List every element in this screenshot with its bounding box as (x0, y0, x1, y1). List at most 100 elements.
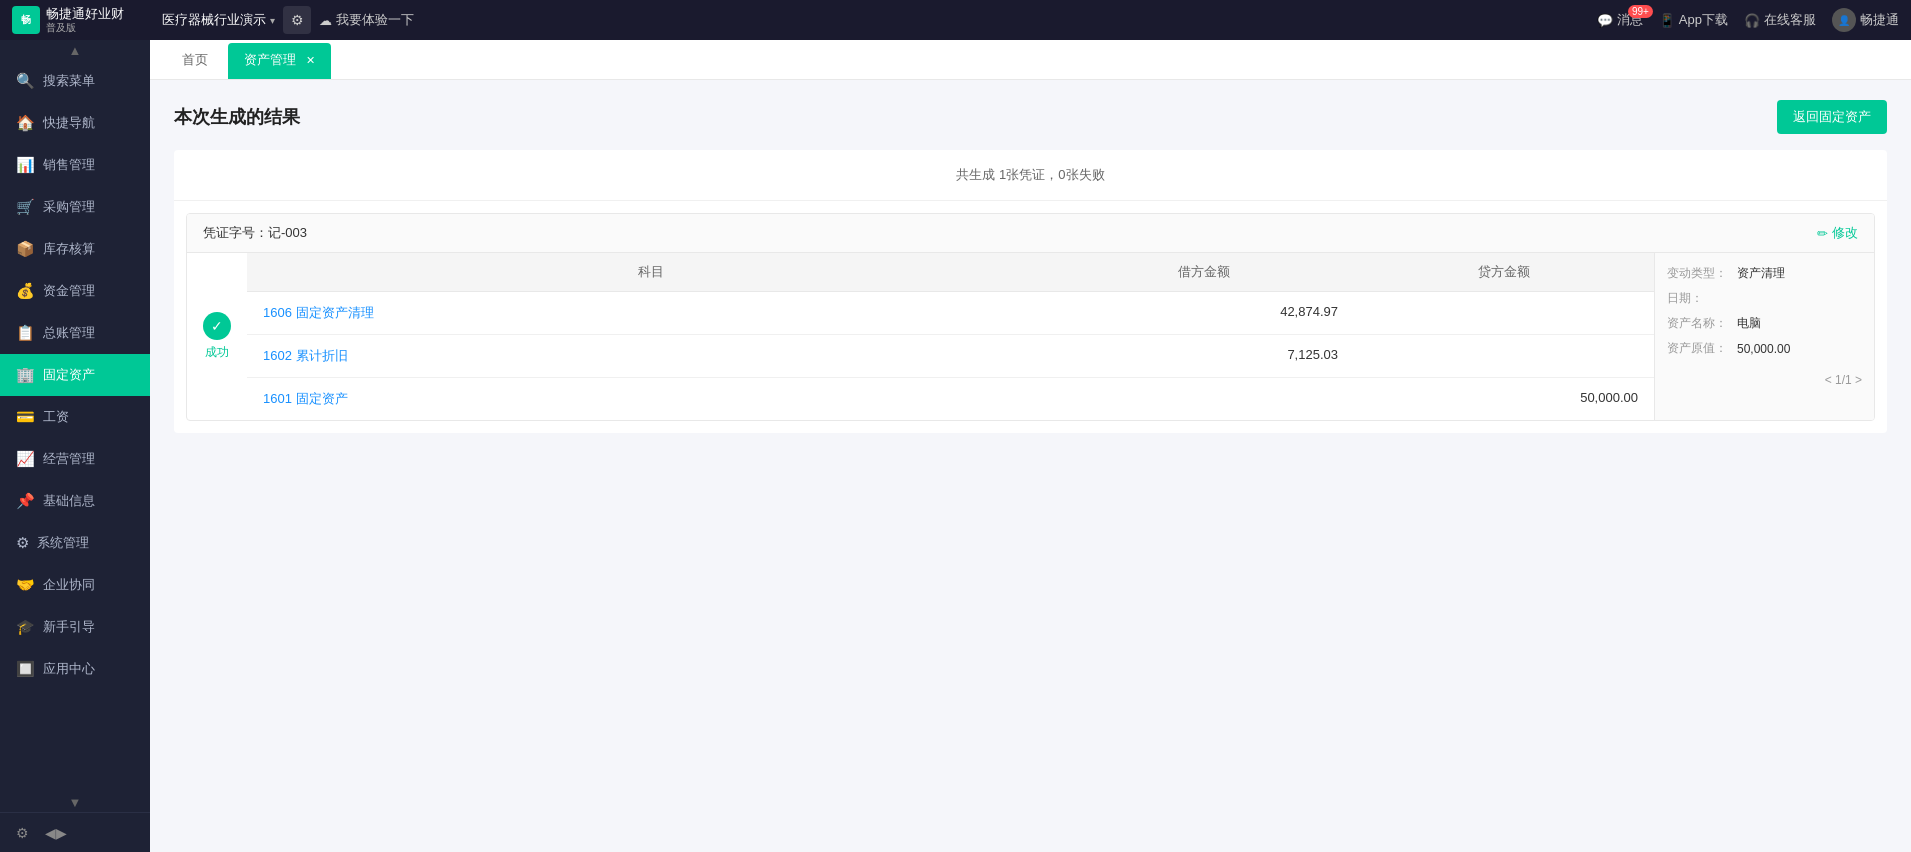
main-layout: ▲ 🔍 搜索菜单 🏠 快捷导航 📊 销售管理 🛒 采购管理 📦 库存核算 (0, 40, 1911, 852)
sidebar-item-inventory[interactable]: 📦 库存核算 (0, 228, 150, 270)
voucher-no: 凭证字号：记-003 (203, 224, 307, 242)
success-col: ✓ 成功 (187, 253, 247, 420)
card-icon: 💳 (16, 408, 35, 426)
tab-bar: 首页 资产管理 ✕ (150, 40, 1911, 80)
sidebar-item-label: 资金管理 (43, 282, 95, 300)
success-label: 成功 (205, 344, 229, 361)
asset-value-value: 50,000.00 (1737, 342, 1790, 356)
sidebar-settings-icon[interactable]: ⚙ (16, 825, 29, 841)
col-debit: 借方金额 (1054, 253, 1354, 291)
sidebar-item-collab[interactable]: 🤝 企业协同 (0, 564, 150, 606)
sidebar-item-label: 新手引导 (43, 618, 95, 636)
tab-asset-mgmt-label: 资产管理 (244, 52, 296, 67)
change-type-value: 资产清理 (1737, 265, 1785, 282)
page-content: 本次生成的结果 返回固定资产 共生成 1张凭证，0张失败 凭证字号：记-003 … (150, 80, 1911, 852)
tab-close-icon[interactable]: ✕ (306, 54, 315, 66)
sidebar-item-label: 库存核算 (43, 240, 95, 258)
sidebar-item-ops[interactable]: 📈 经营管理 (0, 438, 150, 480)
cell-debit-2 (1054, 378, 1354, 420)
voucher-block: 凭证字号：记-003 ✏ 修改 ✓ 成功 (186, 213, 1875, 421)
tab-asset-mgmt[interactable]: 资产管理 ✕ (228, 43, 331, 79)
cell-subject-0: 1606 固定资产清理 (247, 292, 1054, 334)
page-header: 本次生成的结果 返回固定资产 (174, 100, 1887, 134)
table-row: 1606 固定资产清理 42,874.97 (247, 292, 1654, 335)
voucher-header: 凭证字号：记-003 ✏ 修改 (187, 214, 1874, 253)
logo-area: 畅 畅捷通好业财 普及版 (12, 6, 162, 34)
header-center: 医疗器械行业演示 ▾ ⚙ ☁ 我要体验一下 (162, 6, 1597, 34)
logo-icon: 畅 (12, 6, 40, 34)
return-button[interactable]: 返回固定资产 (1777, 100, 1887, 134)
table-row: 1601 固定资产 50,000.00 (247, 378, 1654, 420)
page-title: 本次生成的结果 (174, 105, 300, 129)
company-name: 医疗器械行业演示 (162, 11, 266, 29)
sidebar-item-quick-nav[interactable]: 🏠 快捷导航 (0, 102, 150, 144)
col-credit: 贷方金额 (1354, 253, 1654, 291)
box-icon: 📦 (16, 240, 35, 258)
experience-button[interactable]: ☁ 我要体验一下 (319, 11, 414, 29)
sidebar-item-label: 固定资产 (43, 366, 95, 384)
user-name: 畅捷通 (1860, 11, 1899, 29)
sidebar-scroll-up[interactable]: ▲ (0, 40, 150, 60)
side-pagination[interactable]: < 1/1 > (1667, 365, 1862, 387)
logo-title: 畅捷通好业财 (46, 6, 124, 22)
sidebar-item-search[interactable]: 🔍 搜索菜单 (0, 60, 150, 102)
sidebar-item-fixed-assets[interactable]: 🏢 固定资产 (0, 354, 150, 396)
message-button[interactable]: 💬 消息 99+ (1597, 11, 1643, 29)
guide-icon: 🎓 (16, 618, 35, 636)
user-profile[interactable]: 👤 畅捷通 (1832, 8, 1899, 32)
sidebar-scroll-down[interactable]: ▼ (0, 792, 150, 812)
side-info-change-type: 变动类型： 资产清理 (1667, 265, 1862, 282)
top-header: 畅 畅捷通好业财 普及版 医疗器械行业演示 ▾ ⚙ ☁ 我要体验一下 💬 消息 … (0, 0, 1911, 40)
sidebar-item-apps[interactable]: 🔲 应用中心 (0, 648, 150, 690)
header-right: 💬 消息 99+ 📱 App下载 🎧 在线客服 👤 畅捷通 (1597, 8, 1899, 32)
sidebar-item-guide[interactable]: 🎓 新手引导 (0, 606, 150, 648)
side-info-asset-name: 资产名称： 电脑 (1667, 315, 1862, 332)
message-badge: 99+ (1628, 5, 1653, 18)
settings-icon[interactable]: ⚙ (283, 6, 311, 34)
cell-subject-1: 1602 累计折旧 (247, 335, 1054, 377)
sidebar-item-label: 总账管理 (43, 324, 95, 342)
table-header: 科目 借方金额 贷方金额 (247, 253, 1654, 292)
cell-debit-0: 42,874.97 (1054, 292, 1354, 334)
content-area: 首页 资产管理 ✕ 本次生成的结果 返回固定资产 共生成 1张凭证，0张失败 (150, 40, 1911, 852)
col-subject: 科目 (247, 253, 1054, 291)
sidebar-item-system[interactable]: ⚙ 系统管理 (0, 522, 150, 564)
sidebar-footer: ⚙ ◀▶ (0, 812, 150, 852)
sidebar-item-purchase[interactable]: 🛒 采购管理 (0, 186, 150, 228)
app-download-button[interactable]: 📱 App下载 (1659, 11, 1728, 29)
sidebar-item-label: 搜索菜单 (43, 72, 95, 90)
cell-credit-2: 50,000.00 (1354, 378, 1654, 420)
experience-label: 我要体验一下 (336, 11, 414, 29)
side-info: 变动类型： 资产清理 日期： 资产名称： 电脑 (1654, 253, 1874, 420)
sidebar-item-basics[interactable]: 📌 基础信息 (0, 480, 150, 522)
company-select[interactable]: 医疗器械行业演示 ▾ (162, 11, 275, 29)
pin-icon: 📌 (16, 492, 35, 510)
sidebar-item-label: 基础信息 (43, 492, 95, 510)
chevron-down-icon: ▾ (270, 15, 275, 26)
tab-home[interactable]: 首页 (166, 43, 224, 79)
success-icon: ✓ (203, 312, 231, 340)
sidebar-item-salary[interactable]: 💳 工资 (0, 396, 150, 438)
summary-text: 共生成 1张凭证，0张失败 (956, 167, 1104, 182)
message-icon: 💬 (1597, 13, 1613, 28)
avatar: 👤 (1832, 8, 1856, 32)
sidebar-collapse-icon[interactable]: ◀▶ (45, 825, 67, 841)
result-summary: 共生成 1张凭证，0张失败 (174, 150, 1887, 201)
headset-icon: 🎧 (1744, 13, 1760, 28)
collab-icon: 🤝 (16, 576, 35, 594)
sidebar-item-finance[interactable]: 💰 资金管理 (0, 270, 150, 312)
side-info-date: 日期： (1667, 290, 1862, 307)
cell-credit-0 (1354, 292, 1654, 334)
system-icon: ⚙ (16, 534, 29, 552)
result-panel: 共生成 1张凭证，0张失败 凭证字号：记-003 ✏ 修改 (174, 150, 1887, 433)
cart-icon: 🛒 (16, 198, 35, 216)
service-button[interactable]: 🎧 在线客服 (1744, 11, 1816, 29)
voucher-table: 科目 借方金额 贷方金额 1606 固定资产清理 42,874.97 1602 … (247, 253, 1654, 420)
edit-label: 修改 (1832, 224, 1858, 242)
sidebar-item-sales[interactable]: 📊 销售管理 (0, 144, 150, 186)
sidebar-item-ledger[interactable]: 📋 总账管理 (0, 312, 150, 354)
app-download-label: App下载 (1679, 11, 1728, 29)
edit-button[interactable]: ✏ 修改 (1817, 224, 1858, 242)
sidebar-item-label: 经营管理 (43, 450, 95, 468)
sidebar: ▲ 🔍 搜索菜单 🏠 快捷导航 📊 销售管理 🛒 采购管理 📦 库存核算 (0, 40, 150, 852)
